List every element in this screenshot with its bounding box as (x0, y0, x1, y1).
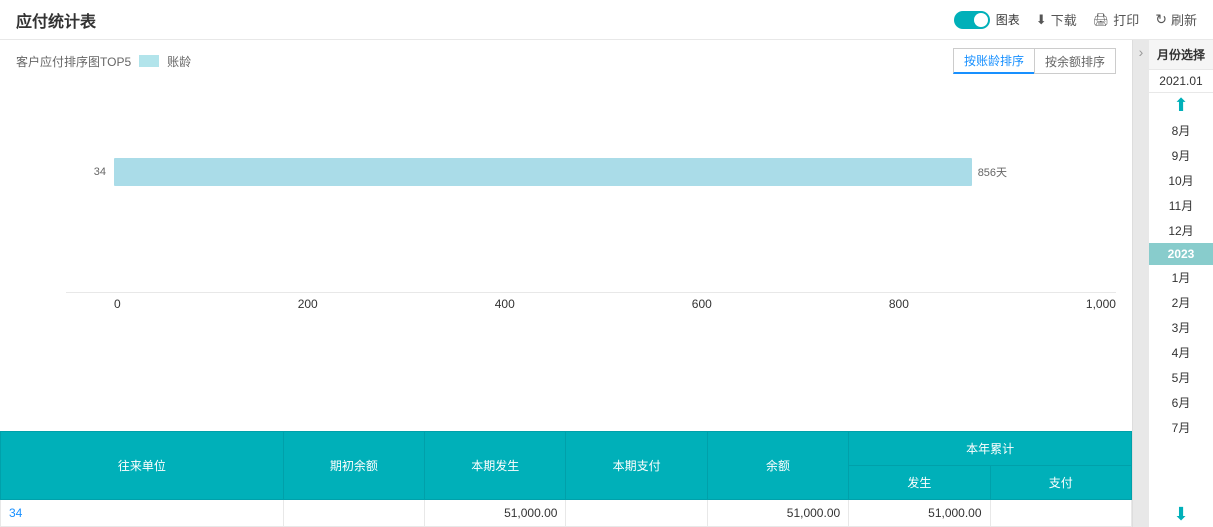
download-icon: ⬇ (1036, 12, 1047, 28)
x-axis: 0 200 400 600 800 1,000 (66, 292, 1116, 311)
chart-header: 客户应付排序图TOP5 账龄 按账龄排序 按余额排序 (0, 40, 1132, 82)
sidebar-month-3[interactable]: 3月 (1149, 315, 1213, 340)
chart-bar (114, 158, 972, 186)
legend-title: 客户应付排序图TOP5 (16, 53, 131, 70)
download-label: 下载 (1051, 10, 1077, 29)
download-button[interactable]: ⬇ 下载 (1036, 10, 1077, 29)
table-section: 往来单位 期初余额 本期发生 本期支付 余额 本年累计 发生 支付 (0, 431, 1132, 527)
sidebar-month-12[interactable]: 12月 (1149, 218, 1213, 243)
chevron-down-icon: ⬇ (1173, 504, 1188, 525)
sidebar-current-date: 2021.01 (1149, 70, 1213, 93)
vendor-link[interactable]: 34 (9, 506, 22, 520)
chart-section: 客户应付排序图TOP5 账龄 按账龄排序 按余额排序 34 (0, 40, 1132, 527)
chart-canvas: 34 856天 0 200 400 600 800 1,000 (0, 82, 1132, 431)
x-label-400: 400 (495, 297, 515, 311)
col-balance: 余额 (707, 432, 848, 500)
x-label-200: 200 (298, 297, 318, 311)
chevron-up-icon: ⬆ (1173, 95, 1188, 116)
sidebar-month-11[interactable]: 11月 (1149, 193, 1213, 218)
refresh-label: 刷新 (1171, 10, 1197, 29)
cell-opening-balance (283, 500, 424, 527)
bar-value: 856天 (978, 164, 1007, 180)
sidebar-month-4[interactable]: 4月 (1149, 340, 1213, 365)
sort-by-balance-button[interactable]: 按余额排序 (1034, 48, 1116, 74)
cell-vendor: 34 (1, 500, 284, 527)
app-container: 应付统计表 图表 ⬇ 下载 🖨 打印 ↻ 刷新 (0, 0, 1213, 527)
sidebar-nav-down[interactable]: ⬇ (1149, 502, 1213, 527)
sidebar-month-10[interactable]: 10月 (1149, 168, 1213, 193)
chart-toggle-label: 图表 (996, 11, 1020, 28)
sidebar-month-2[interactable]: 2月 (1149, 290, 1213, 315)
print-icon: 🖨 (1093, 12, 1110, 28)
legend-label: 账龄 (167, 53, 191, 70)
sidebar-month-6[interactable]: 6月 (1149, 390, 1213, 415)
bar-label: 34 (66, 166, 106, 178)
chart-toggle[interactable] (954, 11, 990, 29)
sidebar-month-8[interactable]: 8月 (1149, 118, 1213, 143)
x-label-600: 600 (692, 297, 712, 311)
sidebar: 月份选择 2021.01 ⬆ 8月 9月 10月 11月 12月 2023 1月… (1149, 40, 1213, 527)
sidebar-collapse-button[interactable]: › (1133, 40, 1149, 527)
col-current-payment: 本期支付 (566, 432, 707, 500)
legend-box (139, 55, 159, 67)
x-label-0: 0 (114, 297, 121, 311)
x-label-1000: 1,000 (1086, 297, 1116, 311)
sidebar-header: 月份选择 (1149, 40, 1213, 70)
cell-current-occurrence: 51,000.00 (425, 500, 566, 527)
col-vendor: 往来单位 (1, 432, 284, 500)
sidebar-month-9[interactable]: 9月 (1149, 143, 1213, 168)
data-table: 往来单位 期初余额 本期发生 本期支付 余额 本年累计 发生 支付 (0, 431, 1132, 527)
page-title: 应付统计表 (16, 8, 96, 32)
sidebar-wrapper: › 月份选择 2021.01 ⬆ 8月 9月 10月 11月 12月 2023 … (1132, 40, 1213, 527)
print-label: 打印 (1113, 10, 1139, 29)
cell-ytd-occurrence: 51,000.00 (849, 500, 990, 527)
cell-current-payment (566, 500, 707, 527)
cell-balance: 51,000.00 (707, 500, 848, 527)
col-ytd-group: 本年累计 (849, 432, 1132, 466)
refresh-icon: ↻ (1155, 11, 1167, 28)
chart-legend: 客户应付排序图TOP5 账龄 (16, 53, 191, 70)
sort-by-amount-button[interactable]: 按账龄排序 (953, 48, 1034, 74)
col-ytd-payment: 支付 (990, 466, 1131, 500)
sidebar-nav-up[interactable]: ⬆ (1149, 93, 1213, 118)
table-row: 34 51,000.00 51,000.00 51,000.00 (1, 500, 1132, 527)
sidebar-collapse-icon: › (1139, 44, 1144, 60)
sidebar-month-5[interactable]: 5月 (1149, 365, 1213, 390)
cell-ytd-payment (990, 500, 1131, 527)
chart-sort-buttons: 按账龄排序 按余额排序 (953, 48, 1116, 74)
sidebar-month-list: 8月 9月 10月 11月 12月 2023 1月 2月 3月 4月 5月 6月… (1149, 118, 1213, 502)
x-label-800: 800 (889, 297, 909, 311)
col-current-occurrence: 本期发生 (425, 432, 566, 500)
chart-toggle-container[interactable]: 图表 (954, 11, 1020, 29)
sidebar-month-1[interactable]: 1月 (1149, 265, 1213, 290)
col-opening-balance: 期初余额 (283, 432, 424, 500)
sidebar-month-7[interactable]: 7月 (1149, 415, 1213, 440)
print-button[interactable]: 🖨 打印 (1093, 10, 1140, 29)
header-actions: 图表 ⬇ 下载 🖨 打印 ↻ 刷新 (954, 10, 1197, 29)
header: 应付统计表 图表 ⬇ 下载 🖨 打印 ↻ 刷新 (0, 0, 1213, 40)
sidebar-year-2023[interactable]: 2023 (1149, 243, 1213, 265)
refresh-button[interactable]: ↻ 刷新 (1155, 10, 1197, 29)
main-content: 客户应付排序图TOP5 账龄 按账龄排序 按余额排序 34 (0, 40, 1213, 527)
col-ytd-occurrence: 发生 (849, 466, 990, 500)
